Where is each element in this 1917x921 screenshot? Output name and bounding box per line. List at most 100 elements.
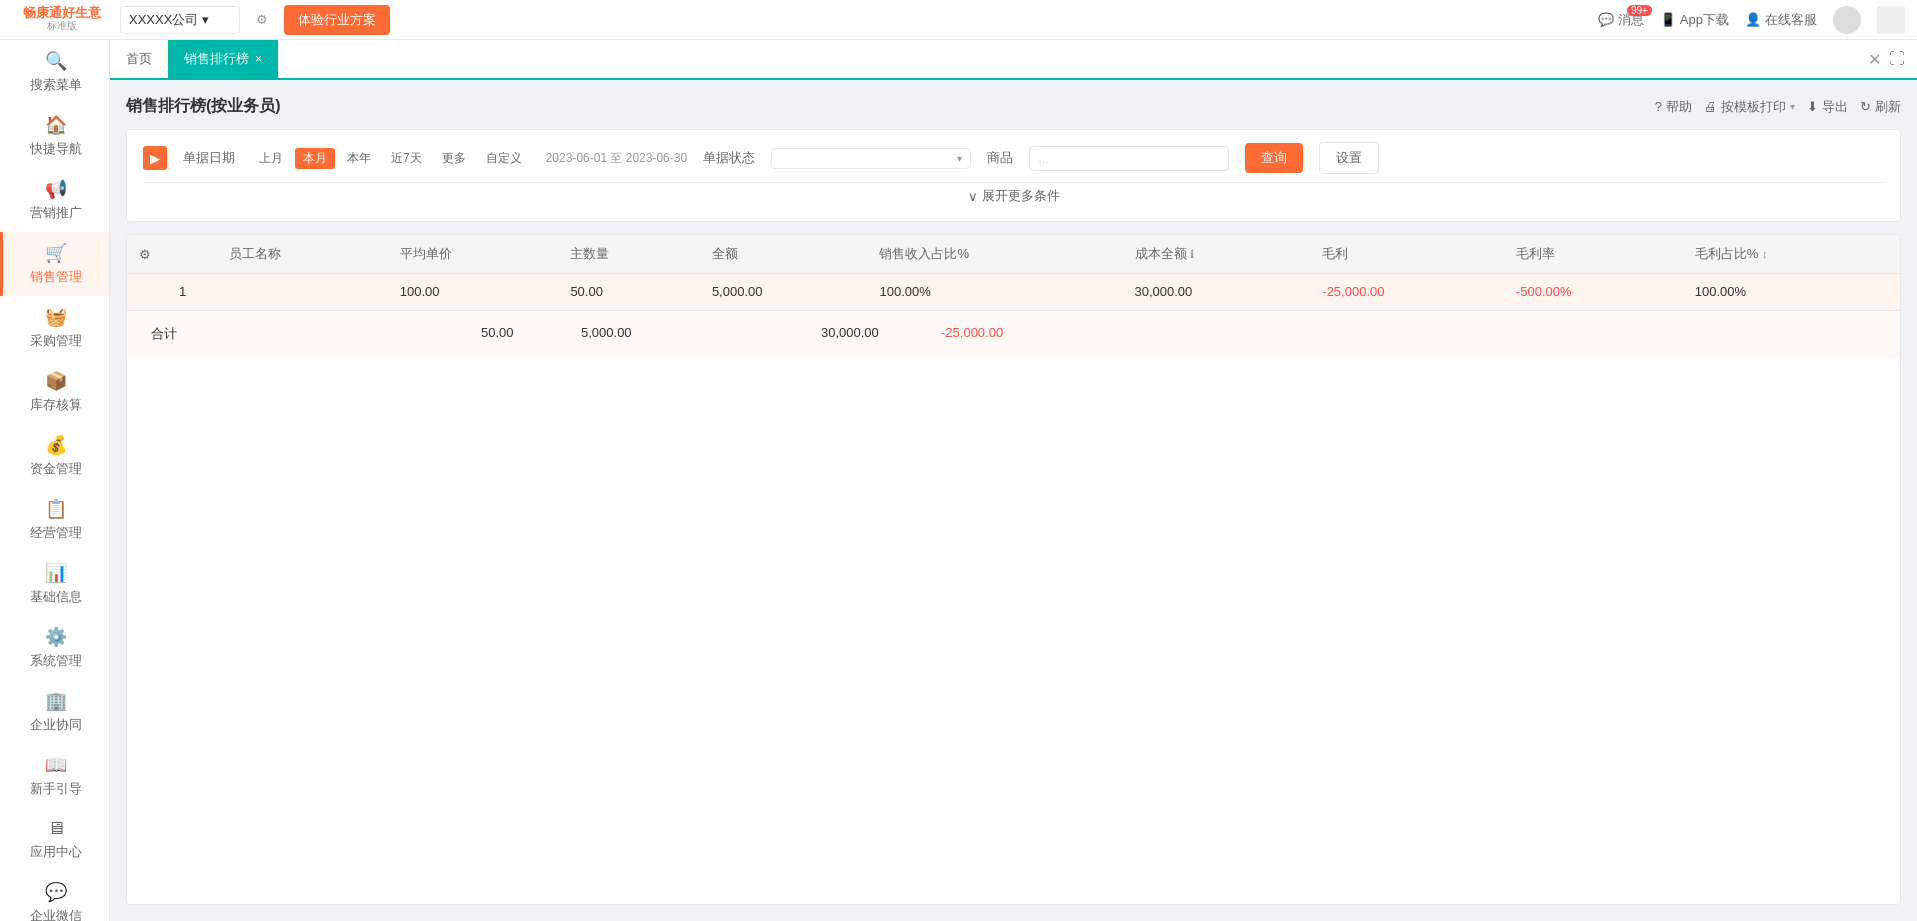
col-gross-pct: 毛利占比% ↕ (1683, 235, 1900, 274)
tab-home[interactable]: 首页 (110, 40, 168, 78)
wechat-icon: 💬 (45, 881, 67, 903)
col-settings[interactable]: ⚙ (127, 235, 167, 274)
expand-more-label: 展开更多条件 (982, 187, 1060, 205)
trial-button[interactable]: 体验行业方案 (284, 5, 390, 35)
cell-gross: -25,000.00 (1310, 274, 1504, 310)
close-window-icon[interactable]: ✕ (1868, 50, 1881, 69)
date-tab-prev-month[interactable]: 上月 (251, 148, 291, 169)
search-icon: 🔍 (45, 50, 67, 72)
close-tab-icon[interactable]: × (255, 52, 262, 66)
cell-cost: 30,000.00 (1123, 274, 1311, 310)
message-badge: 99+ (1627, 5, 1652, 16)
sidebar-item-sales[interactable]: 🛒 销售管理 (0, 232, 109, 296)
date-tab-custom[interactable]: 自定义 (478, 148, 530, 169)
company-selector[interactable]: XXXXX公司 ▾ (120, 6, 240, 34)
cell-employee (217, 274, 388, 310)
sales-ranking-table: ⚙ 员工名称 平均单价 主数量 全额 销售收入占比% 成本全额 ℹ (127, 235, 1900, 310)
sidebar-item-finance[interactable]: 💰 资金管理 (0, 424, 109, 488)
sidebar-item-enterprise[interactable]: 🏢 企业协同 (0, 680, 109, 744)
sidebar-item-appstore[interactable]: 🖥 应用中心 (0, 808, 109, 871)
logo-text: 畅康通好生意 (23, 6, 101, 19)
date-tab-7days[interactable]: 近7天 (383, 148, 430, 169)
col-settings-icon: ⚙ (139, 247, 151, 262)
status-select[interactable]: ▾ (771, 148, 971, 169)
enterprise-icon: 🏢 (45, 690, 67, 712)
gear-button[interactable]: ⚙ (248, 6, 276, 34)
date-tab-this-year[interactable]: 本年 (339, 148, 379, 169)
finance-icon: 💰 (45, 434, 67, 456)
top-bar-right: 💬 消息 99+ 📱 App下载 👤 在线客服 (1598, 6, 1905, 34)
cell-sales-pct: 100.00% (867, 274, 1122, 310)
page-header: 销售排行榜(按业务员) ? 帮助 🖨 按模板打印 ▾ ⬇ 导出 (126, 96, 1901, 117)
main-layout: 🔍 搜索菜单 🏠 快捷导航 📢 营销推广 🛒 销售管理 🧺 采购管理 📦 库存核… (0, 40, 1917, 921)
table-footer: 合计 50.00 5,000.00 30,000.00 -25,000.00 (127, 310, 1900, 357)
content-area: 首页 销售排行榜 × ✕ ⛶ 销售排行榜(按业务员) ? 帮助 (110, 40, 1917, 921)
sidebar-item-inventory[interactable]: 📦 库存核算 (0, 360, 109, 424)
filter-toggle-button[interactable]: ▶ (143, 146, 167, 170)
basics-icon: 📊 (45, 562, 67, 584)
tab-sales-ranking[interactable]: 销售排行榜 × (168, 40, 278, 78)
page-title: 销售排行榜(按业务员) (126, 96, 281, 117)
help-button[interactable]: ? 帮助 (1655, 98, 1692, 116)
print-button[interactable]: 🖨 按模板打印 ▾ (1704, 98, 1795, 116)
sidebar-label-enterprise: 企业协同 (30, 716, 82, 734)
filter-section: ▶ 单据日期 上月 本月 本年 近7天 更多 自定义 2023-06-01 至 … (126, 129, 1901, 222)
date-tab-this-month[interactable]: 本月 (295, 148, 335, 169)
sidebar: 🔍 搜索菜单 🏠 快捷导航 📢 营销推广 🛒 销售管理 🧺 采购管理 📦 库存核… (0, 40, 110, 921)
footer-employee (229, 319, 349, 349)
sidebar-item-purchase[interactable]: 🧺 采购管理 (0, 296, 109, 360)
company-name: XXXXX公司 (129, 11, 198, 29)
filter-row-1: ▶ 单据日期 上月 本月 本年 近7天 更多 自定义 2023-06-01 至 … (143, 142, 1884, 174)
sidebar-label-sales: 销售管理 (30, 268, 82, 286)
chevron-status-icon: ▾ (957, 153, 962, 164)
goods-input[interactable]: ... (1029, 146, 1229, 171)
help-icon: ? (1655, 99, 1662, 114)
logo-sub: 标准版 (47, 19, 77, 33)
date-tabs: 上月 本月 本年 近7天 更多 自定义 (251, 148, 530, 169)
tab-home-label: 首页 (126, 50, 152, 68)
sidebar-item-wechat[interactable]: 💬 企业微信 (0, 871, 109, 921)
chevron-print-icon: ▾ (1790, 101, 1795, 112)
export-button[interactable]: ⬇ 导出 (1807, 98, 1848, 116)
date-range-display: 2023-06-01 至 2023-06-30 (546, 150, 687, 167)
marketing-icon: 📢 (45, 178, 67, 200)
sidebar-item-system[interactable]: ⚙️ 系统管理 (0, 616, 109, 680)
sidebar-item-guide[interactable]: 📖 新手引导 (0, 744, 109, 808)
sidebar-label-system: 系统管理 (30, 652, 82, 670)
col-gross-rate: 毛利率 (1504, 235, 1683, 274)
maximize-window-icon[interactable]: ⛶ (1889, 50, 1905, 69)
goods-value: ... (1038, 151, 1220, 166)
col-rank (167, 235, 217, 274)
settings-button[interactable]: 设置 (1319, 142, 1379, 174)
sidebar-item-operations[interactable]: 📋 经营管理 (0, 488, 109, 552)
message-nav[interactable]: 💬 消息 99+ (1598, 11, 1644, 29)
tab-sales-ranking-label: 销售排行榜 (184, 50, 249, 68)
expand-more-button[interactable]: ∨ 展开更多条件 (143, 182, 1884, 209)
col-employee: 员工名称 (217, 235, 388, 274)
sidebar-label-appstore: 应用中心 (30, 843, 82, 861)
print-icon: 🖨 (1704, 99, 1717, 114)
date-tab-more[interactable]: 更多 (434, 148, 474, 169)
sidebar-item-basics[interactable]: 📊 基础信息 (0, 552, 109, 616)
sidebar-label-basics: 基础信息 (30, 588, 82, 606)
cell-amount: 5,000.00 (700, 274, 868, 310)
tab-bar-actions: ✕ ⛶ (1856, 50, 1917, 69)
sidebar-label-inventory: 库存核算 (30, 396, 82, 414)
online-service-label: 在线客服 (1765, 11, 1817, 29)
refresh-button[interactable]: ↻ 刷新 (1860, 98, 1901, 116)
avatar[interactable] (1833, 6, 1861, 34)
query-button[interactable]: 查询 (1245, 143, 1303, 173)
sidebar-item-marketing[interactable]: 📢 营销推广 (0, 168, 109, 232)
table-row[interactable]: 1 100.00 50.00 5,000.00 100.00% 30,000.0… (127, 274, 1900, 310)
app-download-nav[interactable]: 📱 App下载 (1660, 11, 1729, 29)
sidebar-item-search[interactable]: 🔍 搜索菜单 (0, 40, 109, 104)
sidebar-label-wechat: 企业微信 (30, 907, 82, 921)
sidebar-label-marketing: 营销推广 (30, 204, 82, 222)
goods-filter-label: 商品 (987, 149, 1013, 167)
refresh-icon: ↻ (1860, 99, 1871, 114)
online-service-nav[interactable]: 👤 在线客服 (1745, 11, 1817, 29)
footer-sales-pct (689, 319, 809, 349)
col-avg-price: 平均单价 (388, 235, 559, 274)
home-icon: 🏠 (45, 114, 67, 136)
sidebar-item-shortcut[interactable]: 🏠 快捷导航 (0, 104, 109, 168)
